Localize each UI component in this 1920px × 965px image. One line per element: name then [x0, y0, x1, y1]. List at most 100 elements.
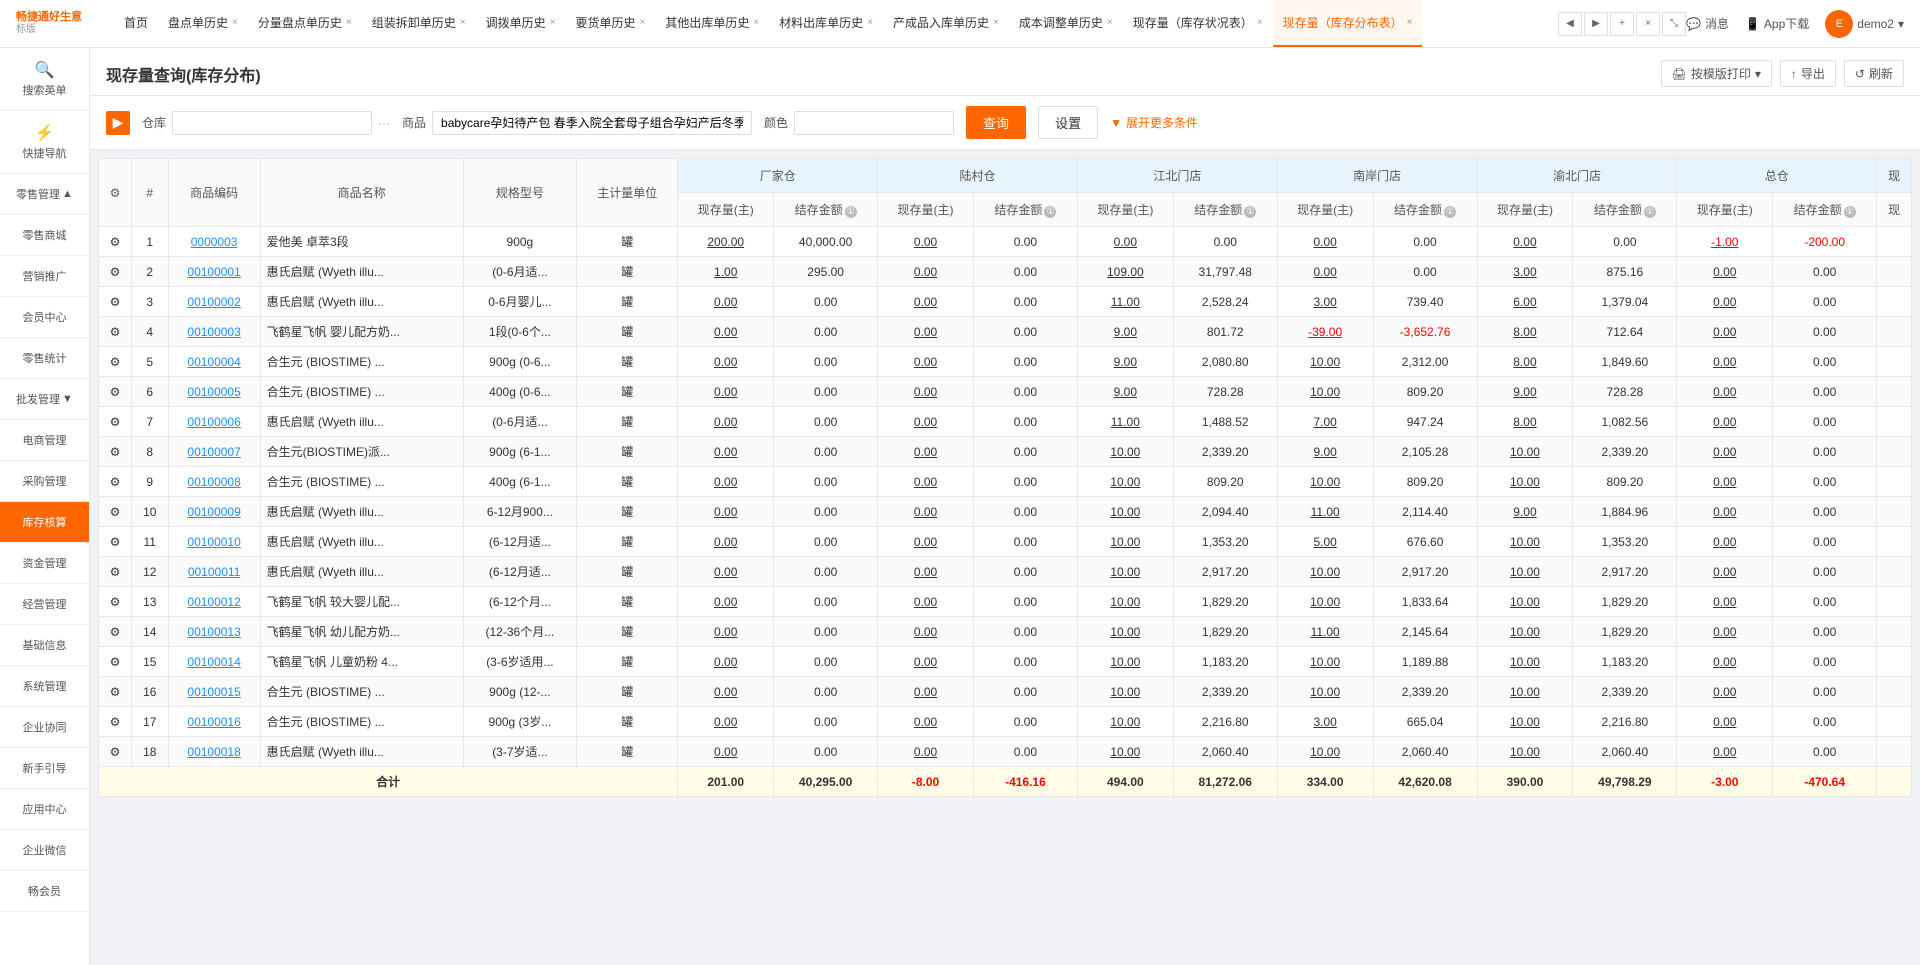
tab-stock-status[interactable]: 现存量（库存状况表）×	[1123, 0, 1273, 47]
tab-material-out[interactable]: 材料出库单历史 ×	[769, 0, 883, 47]
row-j-qty[interactable]: 10.00	[1077, 587, 1173, 617]
row-j-qty[interactable]: 10.00	[1077, 467, 1173, 497]
row-y-qty[interactable]: 10.00	[1477, 647, 1573, 677]
row-n-qty[interactable]: 3.00	[1277, 707, 1373, 737]
row-f-qty[interactable]: 0.00	[678, 617, 774, 647]
close-tab-split-count[interactable]: ×	[346, 17, 352, 28]
row-n-qty[interactable]: 0.00	[1277, 227, 1373, 257]
row-t-qty[interactable]: 0.00	[1677, 317, 1773, 347]
row-j-qty[interactable]: 10.00	[1077, 437, 1173, 467]
row-l-qty[interactable]: 0.00	[878, 737, 974, 767]
row-y-qty[interactable]: 10.00	[1477, 677, 1573, 707]
row-n-qty[interactable]: 7.00	[1277, 407, 1373, 437]
row-j-qty[interactable]: 11.00	[1077, 287, 1173, 317]
row-t-qty[interactable]: 0.00	[1677, 467, 1773, 497]
row-n-qty[interactable]: 10.00	[1277, 347, 1373, 377]
row-t-qty[interactable]: 0.00	[1677, 407, 1773, 437]
row-n-qty[interactable]: 10.00	[1277, 647, 1373, 677]
row-f-qty[interactable]: 0.00	[678, 437, 774, 467]
tab-close-all[interactable]: ×	[1636, 12, 1660, 36]
row-l-qty[interactable]: 0.00	[878, 707, 974, 737]
row-l-qty[interactable]: 0.00	[878, 377, 974, 407]
row-settings[interactable]: ⚙	[99, 467, 132, 497]
user-menu[interactable]: E demo2 ▾	[1825, 10, 1904, 38]
info-icon-2[interactable]: ①	[1044, 206, 1056, 218]
row-j-qty[interactable]: 10.00	[1077, 677, 1173, 707]
info-icon-5[interactable]: ①	[1644, 206, 1656, 218]
row-y-qty[interactable]: 3.00	[1477, 257, 1573, 287]
row-l-qty[interactable]: 0.00	[878, 587, 974, 617]
row-n-qty[interactable]: 10.00	[1277, 737, 1373, 767]
row-n-qty[interactable]: 10.00	[1277, 677, 1373, 707]
row-j-qty[interactable]: 10.00	[1077, 557, 1173, 587]
row-y-qty[interactable]: 6.00	[1477, 287, 1573, 317]
close-tab-transfer[interactable]: ×	[550, 17, 556, 28]
tab-requisition[interactable]: 要货单历史 ×	[565, 0, 655, 47]
row-t-qty[interactable]: 0.00	[1677, 347, 1773, 377]
row-settings[interactable]: ⚙	[99, 557, 132, 587]
tab-home[interactable]: 首页	[114, 0, 158, 47]
row-n-qty[interactable]: 5.00	[1277, 527, 1373, 557]
row-f-qty[interactable]: 0.00	[678, 497, 774, 527]
row-settings[interactable]: ⚙	[99, 707, 132, 737]
row-l-qty[interactable]: 0.00	[878, 437, 974, 467]
tab-other-out[interactable]: 其他出库单历史 ×	[655, 0, 769, 47]
export-btn[interactable]: ↑ 导出	[1780, 60, 1836, 87]
row-l-qty[interactable]: 0.00	[878, 257, 974, 287]
row-code[interactable]: 00100007	[168, 437, 260, 467]
close-tab-material-out[interactable]: ×	[867, 17, 873, 28]
row-j-qty[interactable]: 10.00	[1077, 707, 1173, 737]
sidebar-item-guide[interactable]: 新手引导	[0, 748, 89, 789]
row-n-qty[interactable]: 0.00	[1277, 257, 1373, 287]
row-settings[interactable]: ⚙	[99, 227, 132, 257]
row-code[interactable]: 00100002	[168, 287, 260, 317]
row-l-qty[interactable]: 0.00	[878, 677, 974, 707]
messages-btn[interactable]: 💬 消息	[1686, 15, 1729, 32]
row-j-qty[interactable]: 10.00	[1077, 527, 1173, 557]
expand-more-btn[interactable]: ▼ 展开更多条件	[1110, 114, 1198, 131]
row-l-qty[interactable]: 0.00	[878, 647, 974, 677]
sidebar-item-stock[interactable]: 库存核算	[0, 502, 89, 543]
row-f-qty[interactable]: 0.00	[678, 737, 774, 767]
row-t-qty[interactable]: 0.00	[1677, 737, 1773, 767]
row-y-qty[interactable]: 8.00	[1477, 317, 1573, 347]
warehouse-input[interactable]	[172, 111, 372, 135]
row-j-qty[interactable]: 10.00	[1077, 647, 1173, 677]
row-n-qty[interactable]: 11.00	[1277, 617, 1373, 647]
tab-product-in[interactable]: 产成品入库单历史 ×	[883, 0, 1009, 47]
row-code[interactable]: 00100012	[168, 587, 260, 617]
sidebar-item-member[interactable]: 会员中心	[0, 297, 89, 338]
row-j-qty[interactable]: 11.00	[1077, 407, 1173, 437]
row-code[interactable]: 00100015	[168, 677, 260, 707]
sidebar-item-search[interactable]: 🔍 搜索英单	[0, 48, 89, 111]
row-code[interactable]: 00100001	[168, 257, 260, 287]
row-t-qty[interactable]: 0.00	[1677, 677, 1773, 707]
sidebar-item-finance[interactable]: 资金管理	[0, 543, 89, 584]
row-y-qty[interactable]: 8.00	[1477, 407, 1573, 437]
row-y-qty[interactable]: 10.00	[1477, 557, 1573, 587]
warehouse-ellipsis[interactable]: ···	[378, 116, 390, 130]
row-l-qty[interactable]: 0.00	[878, 287, 974, 317]
row-settings[interactable]: ⚙	[99, 347, 132, 377]
tab-scroll-left[interactable]: ◀	[1558, 12, 1582, 36]
row-y-qty[interactable]: 8.00	[1477, 347, 1573, 377]
sidebar-item-marketing[interactable]: 营销推广	[0, 256, 89, 297]
sidebar-item-retail-mall[interactable]: 零售商城	[0, 215, 89, 256]
row-l-qty[interactable]: 0.00	[878, 347, 974, 377]
row-f-qty[interactable]: 0.00	[678, 287, 774, 317]
row-code[interactable]: 00100003	[168, 317, 260, 347]
tab-expand[interactable]: ⤡	[1662, 12, 1686, 36]
row-l-qty[interactable]: 0.00	[878, 557, 974, 587]
row-n-qty[interactable]: 10.00	[1277, 557, 1373, 587]
row-y-qty[interactable]: 10.00	[1477, 467, 1573, 497]
row-settings[interactable]: ⚙	[99, 527, 132, 557]
row-code[interactable]: 00100011	[168, 557, 260, 587]
print-btn[interactable]: 🖨 按模版打印 ▾	[1661, 60, 1772, 87]
row-l-qty[interactable]: 0.00	[878, 227, 974, 257]
row-j-qty[interactable]: 10.00	[1077, 617, 1173, 647]
row-f-qty[interactable]: 0.00	[678, 347, 774, 377]
row-n-qty[interactable]: 11.00	[1277, 497, 1373, 527]
row-y-qty[interactable]: 0.00	[1477, 227, 1573, 257]
close-tab-other-out[interactable]: ×	[753, 17, 759, 28]
row-t-qty[interactable]: 0.00	[1677, 437, 1773, 467]
